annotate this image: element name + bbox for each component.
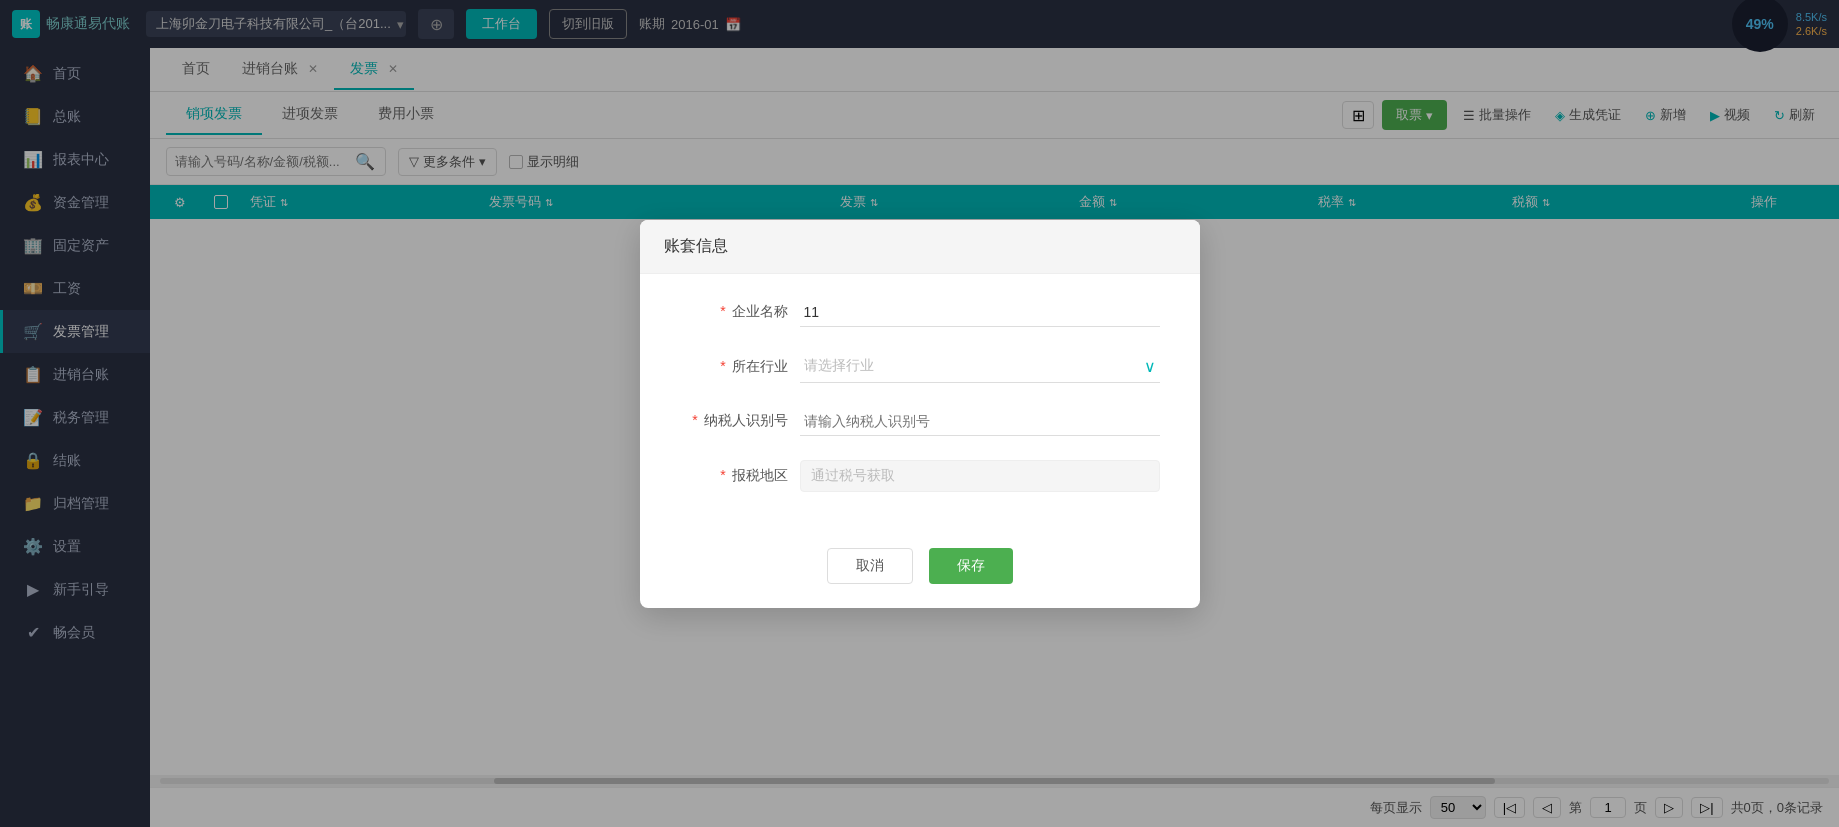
industry-row: * 所在行业 请选择行业 ∨ bbox=[680, 351, 1160, 383]
save-button[interactable]: 保存 bbox=[929, 548, 1013, 584]
tax-region-row: * 报税地区 通过税号获取 bbox=[680, 460, 1160, 492]
account-info-modal: 账套信息 * 企业名称 * 所在行业 请选择行业 ∨ bbox=[640, 220, 1200, 608]
required-star: * bbox=[720, 303, 725, 319]
industry-label: * 所在行业 bbox=[680, 358, 800, 376]
required-star4: * bbox=[720, 467, 725, 483]
industry-chevron-icon: ∨ bbox=[1144, 357, 1156, 376]
industry-placeholder: 请选择行业 bbox=[804, 357, 1144, 375]
modal-body: * 企业名称 * 所在行业 请选择行业 ∨ * bbox=[640, 274, 1200, 540]
tax-region-label: * 报税地区 bbox=[680, 467, 800, 485]
company-name-label: * 企业名称 bbox=[680, 303, 800, 321]
company-name-row: * 企业名称 bbox=[680, 298, 1160, 327]
tax-region-display: 通过税号获取 bbox=[800, 460, 1160, 492]
modal-overlay[interactable]: 账套信息 * 企业名称 * 所在行业 请选择行业 ∨ bbox=[0, 0, 1839, 827]
tax-id-label: * 纳税人识别号 bbox=[680, 412, 800, 430]
modal-title: 账套信息 bbox=[640, 220, 1200, 274]
required-star2: * bbox=[720, 358, 725, 374]
industry-select[interactable]: 请选择行业 ∨ bbox=[800, 351, 1160, 383]
tax-id-input[interactable] bbox=[800, 407, 1160, 436]
required-star3: * bbox=[692, 412, 697, 428]
tax-id-row: * 纳税人识别号 bbox=[680, 407, 1160, 436]
modal-footer: 取消 保存 bbox=[640, 540, 1200, 584]
company-name-input[interactable] bbox=[800, 298, 1160, 327]
cancel-button[interactable]: 取消 bbox=[827, 548, 913, 584]
